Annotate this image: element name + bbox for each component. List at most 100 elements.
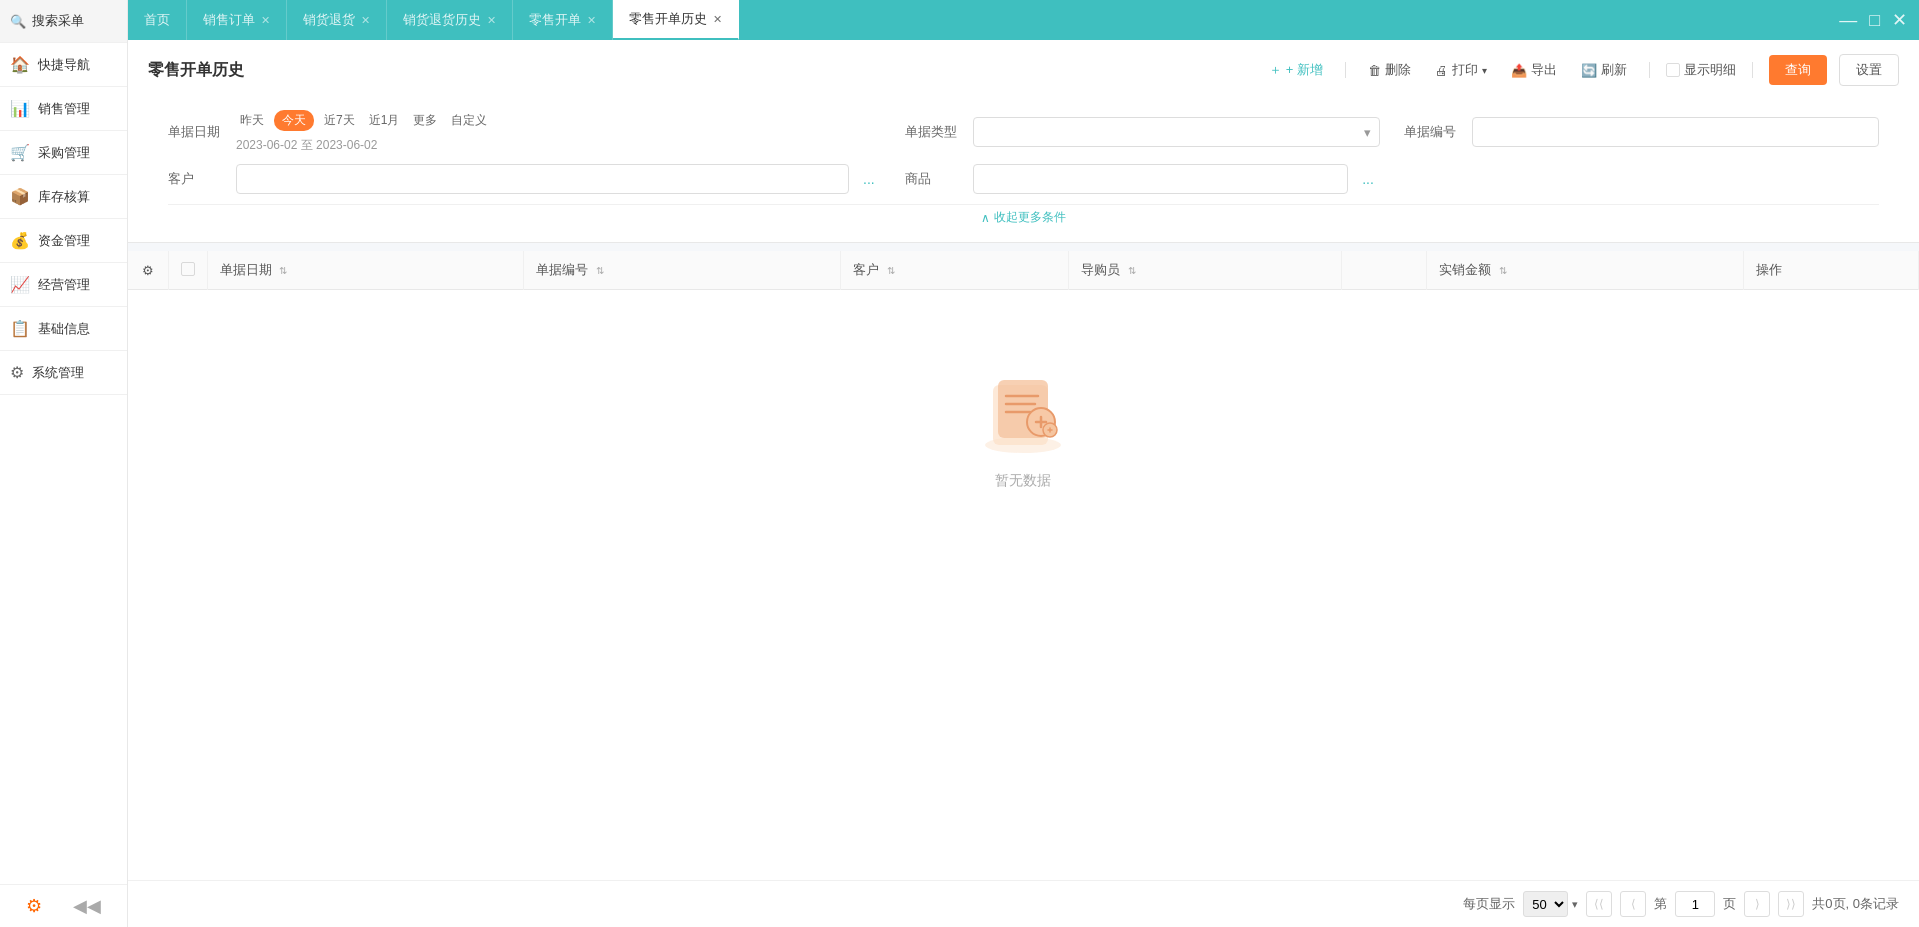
- date-shortcuts: 昨天 今天 近7天 近1月 更多 自定义 2023-06-02 至 2023-0…: [236, 110, 491, 154]
- prev-page-btn[interactable]: ⟨: [1620, 891, 1646, 917]
- sidebar-item-system-label: 系统管理: [32, 364, 84, 382]
- tab-sales-return-history[interactable]: 销货退货历史 ✕: [387, 0, 513, 40]
- empty-text: 暂无数据: [995, 472, 1051, 490]
- col-amount[interactable]: 实销金额 ⇅: [1427, 251, 1744, 290]
- tab-home[interactable]: 首页: [128, 0, 187, 40]
- tab-retail-open-close[interactable]: ✕: [587, 14, 596, 27]
- sidebar-search[interactable]: 🔍 搜索采单: [0, 0, 127, 43]
- date-btn-more[interactable]: 更多: [409, 110, 441, 131]
- per-page-select[interactable]: 50: [1523, 891, 1568, 917]
- collapse-button[interactable]: ∧ 收起更多条件: [981, 209, 1066, 226]
- chart-icon: 📊: [10, 99, 30, 118]
- date-btn-1month[interactable]: 近1月: [365, 110, 404, 131]
- home-icon: 🏠: [10, 55, 30, 74]
- export-button[interactable]: 📤 导出: [1505, 57, 1563, 83]
- doc-no-label: 单据编号: [1404, 123, 1464, 141]
- tab-sales-return[interactable]: 销货退货 ✕: [287, 0, 387, 40]
- settings-button[interactable]: 设置: [1839, 54, 1899, 86]
- first-page-btn[interactable]: ⟨⟨: [1586, 891, 1612, 917]
- toolbar-sep-3: [1752, 62, 1753, 78]
- col-salesperson[interactable]: 导购员 ⇅: [1069, 251, 1341, 290]
- col-salesperson-label: 导购员: [1081, 262, 1120, 277]
- product-filter: 商品 ...: [905, 164, 1380, 194]
- customer-input[interactable]: [236, 164, 849, 194]
- page-title-row: 零售开单历史 ＋ + 新增 🗑 删除 🖨 打印 ▾: [148, 54, 1899, 86]
- col-customer-sort-icon: ⇅: [887, 265, 895, 276]
- doc-type-label: 单据类型: [905, 123, 965, 141]
- refresh-button[interactable]: 🔄 刷新: [1575, 57, 1633, 83]
- print-label: 打印: [1452, 61, 1478, 79]
- sidebar-item-finance[interactable]: 💰 资金管理: [0, 219, 127, 263]
- sidebar-item-purchase-label: 采购管理: [38, 144, 90, 162]
- window-close-icon[interactable]: ✕: [1892, 9, 1907, 31]
- export-label: 导出: [1531, 61, 1557, 79]
- sidebar-item-purchase[interactable]: 🛒 采购管理: [0, 131, 127, 175]
- sidebar-item-system[interactable]: ⚙ 系统管理: [0, 351, 127, 395]
- date-btn-custom[interactable]: 自定义: [447, 110, 491, 131]
- print-dropdown-icon: ▾: [1482, 65, 1487, 76]
- col-settings[interactable]: ⚙: [128, 251, 168, 290]
- show-detail-toggle[interactable]: 显示明细: [1666, 61, 1736, 79]
- add-label: + 新增: [1286, 61, 1323, 79]
- clipboard-icon: 📋: [10, 319, 30, 338]
- tab-sales-order[interactable]: 销售订单 ✕: [187, 0, 287, 40]
- col-no[interactable]: 单据编号 ⇅: [524, 251, 841, 290]
- col-date-sort-icon: ⇅: [279, 265, 287, 276]
- product-input[interactable]: [973, 164, 1348, 194]
- date-btn-today[interactable]: 今天: [274, 110, 314, 131]
- print-button[interactable]: 🖨 打印 ▾: [1429, 57, 1493, 83]
- page-input[interactable]: [1675, 891, 1715, 917]
- sidebar-item-inventory[interactable]: 📦 库存核算: [0, 175, 127, 219]
- page-label: 第: [1654, 895, 1667, 913]
- customer-dots-btn[interactable]: ...: [857, 171, 881, 187]
- tab-sales-order-close[interactable]: ✕: [261, 14, 270, 27]
- tab-sales-return-history-close[interactable]: ✕: [487, 14, 496, 27]
- sidebar-item-quick-nav[interactable]: 🏠 快捷导航: [0, 43, 127, 87]
- sidebar-item-sales[interactable]: 📊 销售管理: [0, 87, 127, 131]
- tab-home-label: 首页: [144, 11, 170, 29]
- doc-no-filter: 单据编号: [1404, 117, 1879, 147]
- table-body: 暂无数据: [128, 290, 1919, 571]
- toolbar-sep-2: [1649, 62, 1650, 78]
- tab-retail-open[interactable]: 零售开单 ✕: [513, 0, 613, 40]
- date-range: 2023-06-02 至 2023-06-02: [236, 137, 491, 154]
- cart-icon: 🛒: [10, 143, 30, 162]
- tab-retail-history[interactable]: 零售开单历史 ✕: [613, 0, 739, 40]
- last-page-btn[interactable]: ⟩⟩: [1778, 891, 1804, 917]
- product-dots-btn[interactable]: ...: [1356, 171, 1380, 187]
- page-title: 零售开单历史: [148, 60, 244, 81]
- query-button[interactable]: 查询: [1769, 55, 1827, 85]
- tab-retail-history-close[interactable]: ✕: [713, 13, 722, 26]
- trending-icon: 📈: [10, 275, 30, 294]
- settings-bottom-icon[interactable]: ⚙: [26, 895, 42, 917]
- window-maximize-icon[interactable]: □: [1869, 10, 1880, 31]
- col-customer[interactable]: 客户 ⇅: [841, 251, 1069, 290]
- col-date-label: 单据日期: [220, 262, 272, 277]
- gear-icon: ⚙: [10, 363, 24, 382]
- doc-type-select[interactable]: ▾: [973, 117, 1380, 147]
- select-all-checkbox[interactable]: [181, 262, 195, 276]
- next-page-btn[interactable]: ⟩: [1744, 891, 1770, 917]
- date-filter: 单据日期 昨天 今天 近7天 近1月 更多 自定义 2023-06-02 至 2…: [168, 110, 881, 154]
- col-date[interactable]: 单据日期 ⇅: [207, 251, 524, 290]
- tab-sales-return-close[interactable]: ✕: [361, 14, 370, 27]
- date-btn-yesterday[interactable]: 昨天: [236, 110, 268, 131]
- collapse-sidebar-icon[interactable]: ◀◀: [73, 895, 101, 917]
- sidebar-item-quick-nav-label: 快捷导航: [38, 56, 90, 74]
- sidebar-search-label: 搜索采单: [32, 12, 84, 30]
- delete-button[interactable]: 🗑 删除: [1362, 57, 1417, 83]
- tab-retail-history-label: 零售开单历史: [629, 10, 707, 28]
- sidebar-item-operation[interactable]: 📈 经营管理: [0, 263, 127, 307]
- content-area: 零售开单历史 ＋ + 新增 🗑 删除 🖨 打印 ▾: [128, 40, 1919, 927]
- tab-retail-open-label: 零售开单: [529, 11, 581, 29]
- doc-type-dropdown-icon: ▾: [1364, 125, 1371, 140]
- collapse-label: 收起更多条件: [994, 209, 1066, 226]
- box-icon: 📦: [10, 187, 30, 206]
- sidebar-item-basic[interactable]: 📋 基础信息: [0, 307, 127, 351]
- doc-no-input[interactable]: [1472, 117, 1879, 147]
- add-button[interactable]: ＋ + 新增: [1263, 57, 1329, 83]
- col-no-label: 单据编号: [536, 262, 588, 277]
- date-btn-7days[interactable]: 近7天: [320, 110, 359, 131]
- product-label: 商品: [905, 170, 965, 188]
- window-minimize-icon[interactable]: —: [1839, 10, 1857, 31]
